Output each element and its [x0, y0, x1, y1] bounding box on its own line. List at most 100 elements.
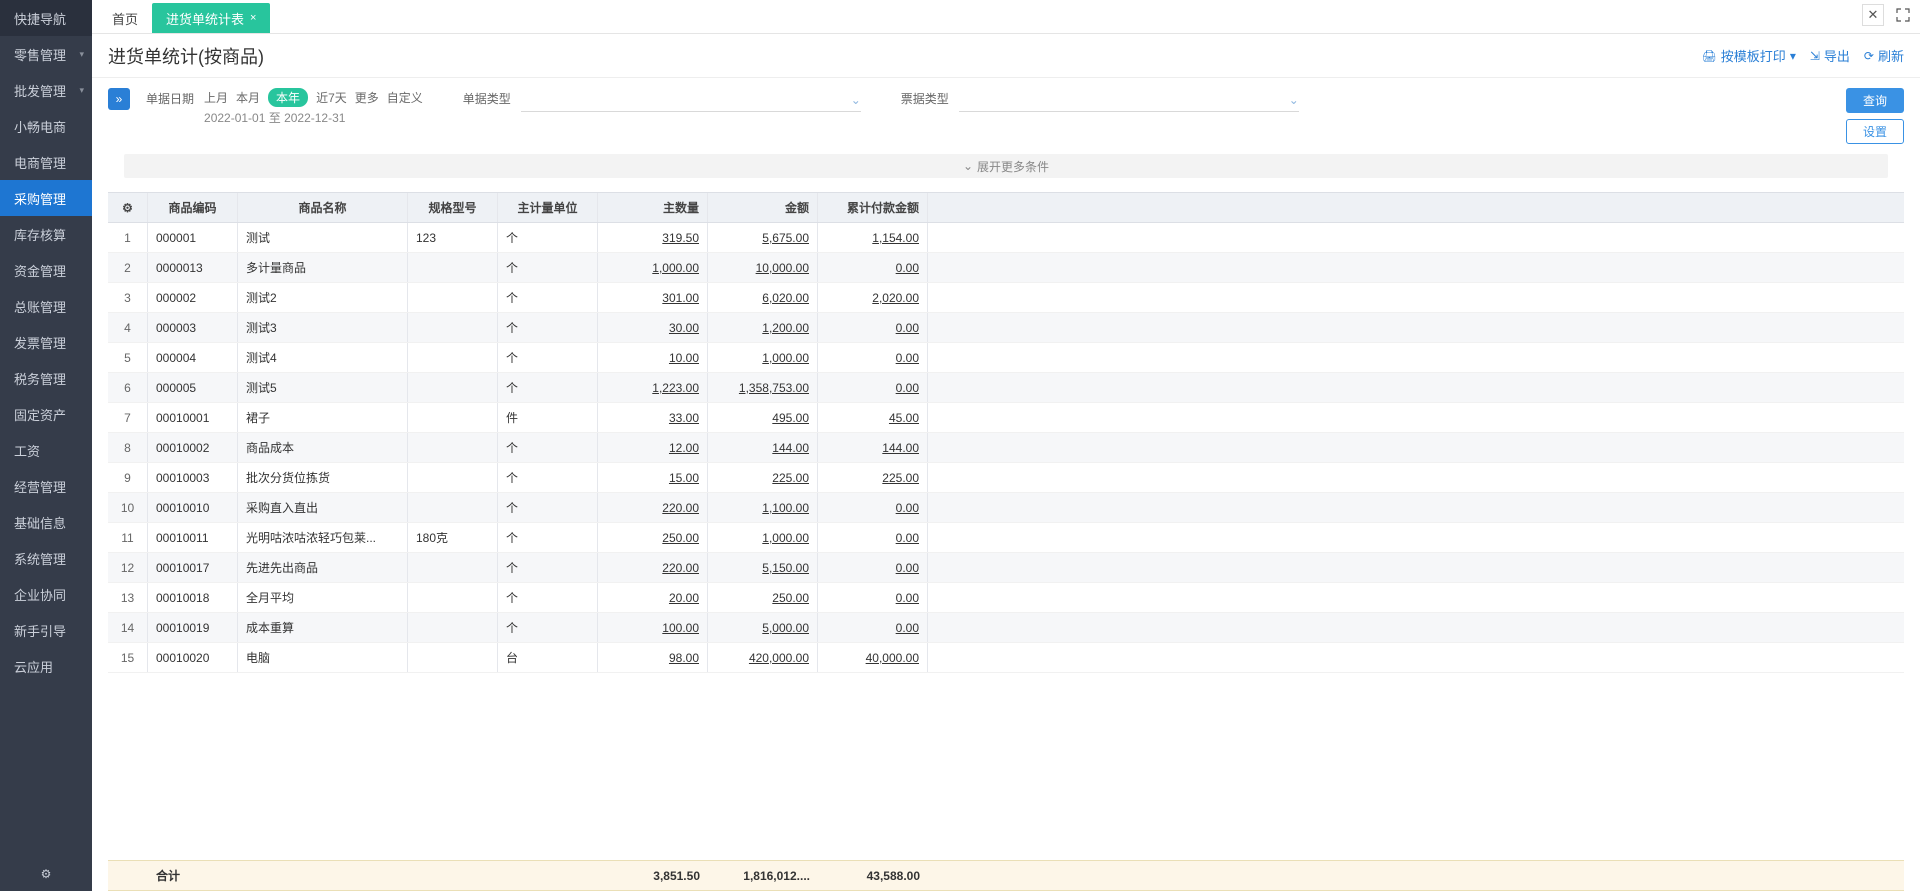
table-row[interactable]: 700010001裙子件33.00495.0045.00 [108, 403, 1904, 433]
sidebar-item-13[interactable]: 经营管理 [0, 468, 92, 504]
export-button[interactable]: ⇲ 导出 [1810, 46, 1850, 65]
table-row[interactable]: 1400010019成本重算个100.005,000.000.00 [108, 613, 1904, 643]
refresh-button[interactable]: ⟳ 刷新 [1864, 46, 1904, 65]
cell-amount[interactable]: 1,358,753.00 [708, 373, 818, 402]
cell-amount[interactable]: 1,000.00 [708, 523, 818, 552]
fullscreen-button[interactable] [1892, 4, 1914, 26]
sidebar-item-16[interactable]: 企业协同 [0, 576, 92, 612]
table-row[interactable]: 20000013多计量商品个1,000.0010,000.000.00 [108, 253, 1904, 283]
cell-qty[interactable]: 30.00 [598, 313, 708, 342]
sidebar-item-15[interactable]: 系统管理 [0, 540, 92, 576]
more-filters-toggle[interactable]: ⌄ 展开更多条件 [124, 154, 1888, 178]
sidebar-item-11[interactable]: 固定资产 [0, 396, 92, 432]
table-row[interactable]: 1500010020电脑台98.00420,000.0040,000.00 [108, 643, 1904, 673]
sidebar-item-12[interactable]: 工资 [0, 432, 92, 468]
cell-amount[interactable]: 250.00 [708, 583, 818, 612]
cell-qty[interactable]: 100.00 [598, 613, 708, 642]
cell-paid[interactable]: 1,154.00 [818, 223, 928, 252]
col-paid[interactable]: 累计付款金额 [818, 193, 928, 222]
print-button[interactable]: 🖨 按模板打印 ▾ [1702, 46, 1796, 65]
col-amount[interactable]: 金额 [708, 193, 818, 222]
date-option[interactable]: 本年 [268, 88, 308, 107]
cell-paid[interactable]: 0.00 [818, 373, 928, 402]
close-icon[interactable]: × [250, 12, 256, 24]
table-row[interactable]: 1200010017先进先出商品个220.005,150.000.00 [108, 553, 1904, 583]
table-row[interactable]: 4000003测试3个30.001,200.000.00 [108, 313, 1904, 343]
table-row[interactable]: 6000005测试5个1,223.001,358,753.000.00 [108, 373, 1904, 403]
cell-qty[interactable]: 250.00 [598, 523, 708, 552]
cell-amount[interactable]: 5,150.00 [708, 553, 818, 582]
cell-paid[interactable]: 2,020.00 [818, 283, 928, 312]
table-row[interactable]: 1000010010采购直入直出个220.001,100.000.00 [108, 493, 1904, 523]
close-window-button[interactable]: ✕ [1862, 4, 1884, 26]
cell-qty[interactable]: 12.00 [598, 433, 708, 462]
cell-qty[interactable]: 319.50 [598, 223, 708, 252]
doc-type-select[interactable]: ⌄ [521, 88, 861, 112]
cell-paid[interactable]: 225.00 [818, 463, 928, 492]
cell-paid[interactable]: 40,000.00 [818, 643, 928, 672]
date-option[interactable]: 自定义 [387, 89, 423, 106]
sidebar-item-0[interactable]: 快捷导航 [0, 0, 92, 36]
cell-qty[interactable]: 33.00 [598, 403, 708, 432]
bill-type-select[interactable]: ⌄ [959, 88, 1299, 112]
col-spec[interactable]: 规格型号 [408, 193, 498, 222]
cell-amount[interactable]: 10,000.00 [708, 253, 818, 282]
cell-paid[interactable]: 45.00 [818, 403, 928, 432]
sidebar-item-3[interactable]: 小畅电商 [0, 108, 92, 144]
col-code[interactable]: 商品编码 [148, 193, 238, 222]
sidebar-item-1[interactable]: 零售管理▾ [0, 36, 92, 72]
table-row[interactable]: 900010003批次分货位拣货个15.00225.00225.00 [108, 463, 1904, 493]
cell-qty[interactable]: 15.00 [598, 463, 708, 492]
cell-paid[interactable]: 144.00 [818, 433, 928, 462]
cell-amount[interactable]: 5,000.00 [708, 613, 818, 642]
sidebar-settings[interactable]: ⚙ [0, 857, 92, 891]
cell-qty[interactable]: 1,000.00 [598, 253, 708, 282]
cell-paid[interactable]: 0.00 [818, 583, 928, 612]
cell-amount[interactable]: 5,675.00 [708, 223, 818, 252]
cell-amount[interactable]: 144.00 [708, 433, 818, 462]
table-row[interactable]: 1000001测试123个319.505,675.001,154.00 [108, 223, 1904, 253]
cell-qty[interactable]: 10.00 [598, 343, 708, 372]
cell-paid[interactable]: 0.00 [818, 553, 928, 582]
date-option[interactable]: 近7天 [316, 89, 347, 106]
cell-qty[interactable]: 1,223.00 [598, 373, 708, 402]
sidebar-item-5[interactable]: 采购管理 [0, 180, 92, 216]
table-row[interactable]: 1100010011光明咕浓咕浓轻巧包莱...180克个250.001,000.… [108, 523, 1904, 553]
cell-qty[interactable]: 220.00 [598, 553, 708, 582]
date-option[interactable]: 本月 [236, 89, 260, 106]
table-row[interactable]: 800010002商品成本个12.00144.00144.00 [108, 433, 1904, 463]
cell-amount[interactable]: 6,020.00 [708, 283, 818, 312]
cell-paid[interactable]: 0.00 [818, 313, 928, 342]
query-button[interactable]: 查询 [1846, 88, 1904, 113]
table-row[interactable]: 1300010018全月平均个20.00250.000.00 [108, 583, 1904, 613]
cell-amount[interactable]: 1,100.00 [708, 493, 818, 522]
cell-paid[interactable]: 0.00 [818, 493, 928, 522]
date-option[interactable]: 更多 [355, 89, 379, 106]
sidebar-item-2[interactable]: 批发管理▾ [0, 72, 92, 108]
sidebar-item-9[interactable]: 发票管理 [0, 324, 92, 360]
sidebar-item-4[interactable]: 电商管理 [0, 144, 92, 180]
cell-amount[interactable]: 495.00 [708, 403, 818, 432]
sidebar-item-10[interactable]: 税务管理 [0, 360, 92, 396]
cell-paid[interactable]: 0.00 [818, 253, 928, 282]
cell-qty[interactable]: 98.00 [598, 643, 708, 672]
cell-qty[interactable]: 20.00 [598, 583, 708, 612]
sidebar-item-7[interactable]: 资金管理 [0, 252, 92, 288]
sidebar-item-6[interactable]: 库存核算 [0, 216, 92, 252]
date-option[interactable]: 上月 [204, 89, 228, 106]
column-settings[interactable]: ⚙ [108, 193, 148, 222]
expand-filters-button[interactable]: » [108, 88, 130, 110]
cell-amount[interactable]: 225.00 [708, 463, 818, 492]
col-unit[interactable]: 主计量单位 [498, 193, 598, 222]
cell-amount[interactable]: 1,200.00 [708, 313, 818, 342]
cell-qty[interactable]: 220.00 [598, 493, 708, 522]
cell-qty[interactable]: 301.00 [598, 283, 708, 312]
sidebar-item-14[interactable]: 基础信息 [0, 504, 92, 540]
col-qty[interactable]: 主数量 [598, 193, 708, 222]
cell-amount[interactable]: 420,000.00 [708, 643, 818, 672]
cell-paid[interactable]: 0.00 [818, 343, 928, 372]
cell-paid[interactable]: 0.00 [818, 613, 928, 642]
sidebar-item-8[interactable]: 总账管理 [0, 288, 92, 324]
sidebar-item-18[interactable]: 云应用 [0, 648, 92, 684]
table-row[interactable]: 3000002测试2个301.006,020.002,020.00 [108, 283, 1904, 313]
